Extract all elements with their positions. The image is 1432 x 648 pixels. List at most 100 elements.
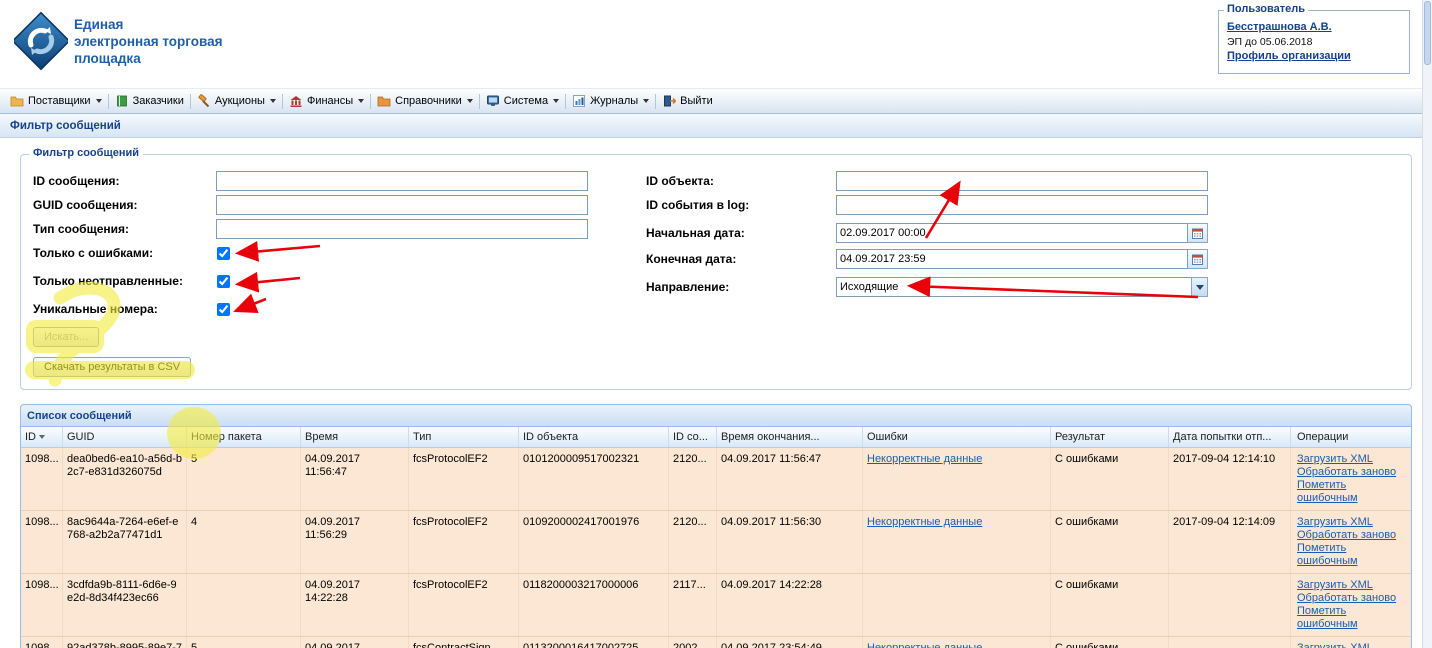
column-header-id-so[interactable]: ID со...	[669, 427, 717, 447]
column-header-label: Результат	[1055, 431, 1106, 443]
cell-id: 1098...	[21, 574, 63, 636]
type-input[interactable]	[216, 219, 588, 239]
table-row[interactable]: 1098... 92ad378b-8995-89e7-75cd0a14b3c2 …	[21, 637, 1411, 648]
cell-operations: Загрузить XML Обработать заново Пометить…	[1291, 511, 1411, 573]
error-details-link[interactable]: Некорректные данные	[867, 642, 1046, 648]
cell-packet: 5	[187, 637, 301, 648]
column-header-label: Время	[305, 431, 339, 443]
unique-numbers-label: Уникальные номера:	[33, 302, 158, 316]
only-errors-checkbox[interactable]	[217, 246, 230, 260]
menu-item-suppliers[interactable]: Поставщики	[4, 89, 108, 113]
scrollbar-thumb[interactable]	[1424, 1, 1431, 65]
sort-desc-icon	[39, 435, 45, 439]
column-header-label: GUID	[67, 431, 95, 443]
cell-attempt-date	[1169, 637, 1291, 648]
op-load-xml-link[interactable]: Загрузить XML	[1297, 453, 1405, 466]
column-header-errors[interactable]: Ошибки	[863, 427, 1051, 447]
bank-icon	[290, 96, 302, 107]
cell-guid: 92ad378b-8995-89e7-75cd0a14b3c2	[63, 637, 187, 648]
brand-title-line: Единая	[74, 17, 124, 32]
filter-right-column: ID объекта: ID события в log: Начальная …	[646, 171, 1208, 377]
column-header-label: Дата попытки отп...	[1173, 431, 1272, 443]
menu-item-logout[interactable]: Выйти	[656, 89, 719, 113]
op-mark-error-link[interactable]: Пометить ошибочным	[1297, 479, 1405, 505]
direction-dropdown-button[interactable]	[1191, 277, 1208, 297]
menu-item-system[interactable]: Система	[480, 89, 565, 113]
menu-item-label: Заказчики	[132, 95, 184, 107]
cell-operations: Загрузить XML Обработать заново Пометить…	[1291, 637, 1411, 648]
start-date-input[interactable]	[836, 223, 1188, 243]
menu-item-journals[interactable]: Журналы	[566, 89, 655, 113]
column-header-guid[interactable]: GUID	[63, 427, 187, 447]
op-mark-error-link[interactable]: Пометить ошибочным	[1297, 605, 1405, 631]
column-header-operations[interactable]: Операции	[1291, 427, 1411, 447]
column-header-packet[interactable]: Номер пакета	[187, 427, 301, 447]
chevron-down-icon	[269, 99, 276, 103]
calendar-icon	[1192, 254, 1203, 265]
error-details-link[interactable]: Некорректные данные	[867, 453, 1046, 466]
end-date-calendar-button[interactable]	[1188, 249, 1208, 269]
column-header-object-id[interactable]: ID объекта	[519, 427, 669, 447]
app-header: Единая электронная торговая площадка Пол…	[0, 0, 1432, 88]
op-reprocess-link[interactable]: Обработать заново	[1297, 529, 1405, 542]
menu-item-directories[interactable]: Справочники	[371, 89, 479, 113]
start-date-calendar-button[interactable]	[1188, 223, 1208, 243]
download-csv-button[interactable]: Скачать результаты в CSV	[33, 357, 192, 377]
folder-icon	[10, 96, 24, 107]
column-header-label: Номер пакета	[191, 431, 262, 443]
gavel-icon	[198, 94, 210, 108]
op-load-xml-link[interactable]: Загрузить XML	[1297, 516, 1405, 529]
object-id-input[interactable]	[836, 171, 1208, 191]
column-header-end-time[interactable]: Время окончания...	[717, 427, 863, 447]
column-header-label: ID объекта	[523, 431, 579, 443]
cell-time: 04.09.2017 11:56:29	[301, 511, 409, 573]
column-header-attempt-date[interactable]: Дата попытки отп...	[1169, 427, 1291, 447]
table-row[interactable]: 1098... 8ac9644a-7264-e6ef-e768-a2b2a774…	[21, 511, 1411, 574]
chart-icon	[573, 95, 586, 107]
column-header-type[interactable]: Тип	[409, 427, 519, 447]
menu-item-finance[interactable]: Финансы	[283, 89, 370, 113]
unique-numbers-checkbox[interactable]	[217, 302, 230, 316]
message-id-input[interactable]	[216, 171, 588, 191]
direction-select[interactable]: Исходящие	[836, 277, 1208, 297]
column-header-id[interactable]: ID	[21, 427, 63, 447]
user-name-link[interactable]: Бесстрашнова А.В.	[1227, 20, 1401, 35]
end-date-input[interactable]	[836, 249, 1188, 269]
scrollbar-track[interactable]	[1422, 0, 1432, 648]
user-panel: Пользователь Бесстрашнова А.В. ЭП до 05.…	[1218, 3, 1410, 74]
org-profile-link[interactable]: Профиль организации	[1227, 49, 1401, 64]
cell-type: fcsContractSign	[409, 637, 519, 648]
menu-item-customers[interactable]: Заказчики	[109, 89, 190, 113]
chevron-down-icon	[643, 99, 650, 103]
op-reprocess-link[interactable]: Обработать заново	[1297, 466, 1405, 479]
cell-end-time: 04.09.2017 11:56:30	[717, 511, 863, 573]
folder-icon	[377, 96, 391, 107]
op-load-xml-link[interactable]: Загрузить XML	[1297, 579, 1405, 592]
cell-type: fcsProtocolEF2	[409, 511, 519, 573]
menu-item-label: Поставщики	[28, 95, 91, 107]
op-mark-error-link[interactable]: Пометить ошибочным	[1297, 542, 1405, 568]
guid-input[interactable]	[216, 195, 588, 215]
column-header-label: Время окончания...	[721, 431, 820, 443]
guid-label: GUID сообщения:	[33, 198, 138, 212]
only-unsent-checkbox[interactable]	[217, 274, 230, 288]
filter-panel: Фильтр сообщений ID сообщения: GUID сооб…	[20, 147, 1412, 390]
main-menu: Поставщики Заказчики Аукционы Финансы Сп…	[0, 88, 1432, 114]
column-header-time[interactable]: Время	[301, 427, 409, 447]
brand-title-line: электронная торговая	[74, 34, 223, 49]
table-row[interactable]: 1098... dea0bed6-ea10-a56d-b2c7-e831d326…	[21, 448, 1411, 511]
grid-header-row: ID GUID Номер пакета Время Тип ID объект…	[21, 427, 1411, 448]
type-label: Тип сообщения:	[33, 222, 129, 236]
column-header-result[interactable]: Результат	[1051, 427, 1169, 447]
log-event-id-input[interactable]	[836, 195, 1208, 215]
cell-attempt-date: 2017-09-04 12:14:09	[1169, 511, 1291, 573]
op-load-xml-link[interactable]: Загрузить XML	[1297, 642, 1405, 648]
book-icon	[116, 95, 127, 107]
error-details-link[interactable]: Некорректные данные	[867, 516, 1046, 529]
op-reprocess-link[interactable]: Обработать заново	[1297, 592, 1405, 605]
table-row[interactable]: 1098... 3cdfda9b-8111-6d6e-9e2d-8d34f423…	[21, 574, 1411, 637]
direction-selected-value: Исходящие	[836, 277, 1191, 297]
menu-item-auctions[interactable]: Аукционы	[191, 89, 282, 113]
results-panel-title: Список сообщений	[21, 405, 1411, 427]
start-date-label: Начальная дата:	[646, 226, 745, 240]
